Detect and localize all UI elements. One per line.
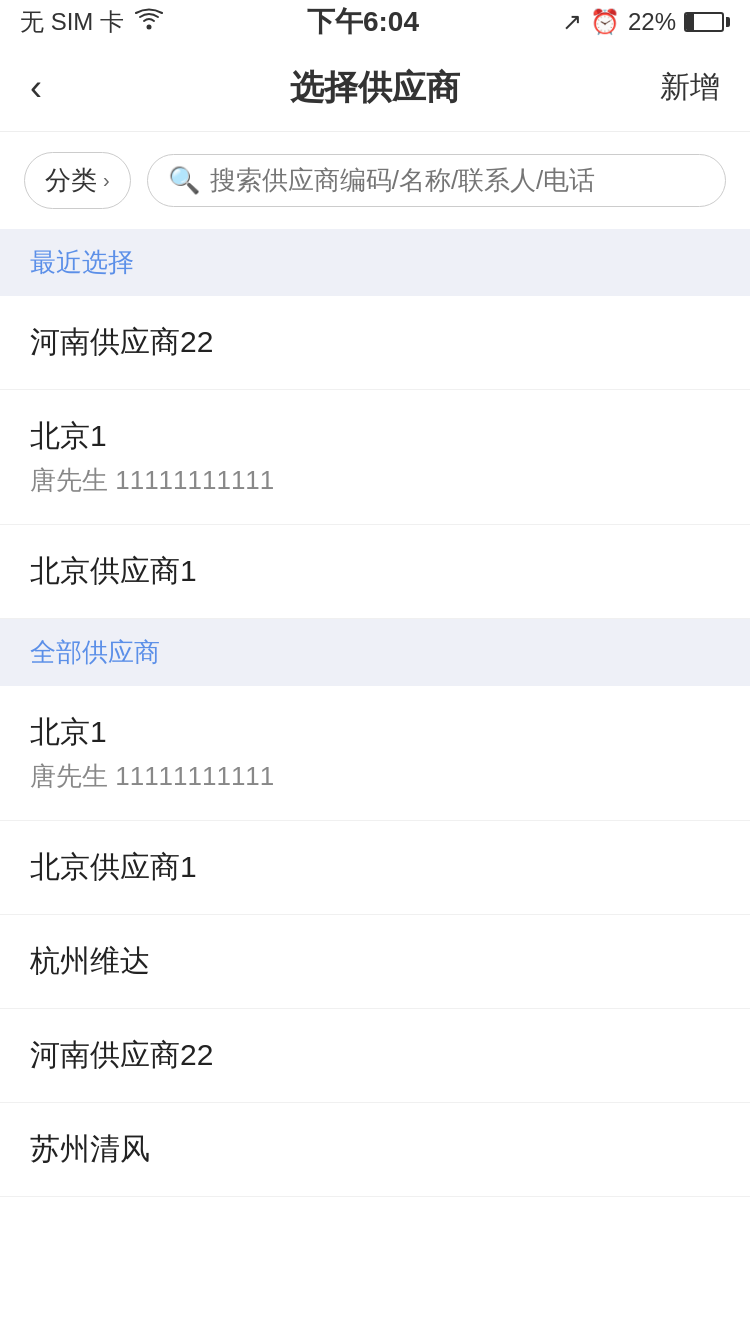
item-name: 杭州维达 bbox=[30, 941, 720, 982]
search-box[interactable]: 🔍 bbox=[147, 154, 726, 207]
filter-bar: 分类 › 🔍 bbox=[0, 132, 750, 229]
list-item[interactable]: 北京供应商1 bbox=[0, 821, 750, 915]
list-item[interactable]: 河南供应商22 bbox=[0, 1009, 750, 1103]
status-right: ↗ ⏰ 22% bbox=[562, 8, 730, 36]
alarm-icon: ⏰ bbox=[590, 8, 620, 36]
item-name: 河南供应商22 bbox=[30, 322, 720, 363]
status-time: 下午6:04 bbox=[307, 3, 419, 41]
nav-bar: ‹ 选择供应商 新增 bbox=[0, 44, 750, 132]
status-bar: 无 SIM 卡 下午6:04 ↗ ⏰ 22% bbox=[0, 0, 750, 44]
category-label: 分类 bbox=[45, 163, 97, 198]
item-name: 北京供应商1 bbox=[30, 847, 720, 888]
wifi-icon bbox=[134, 8, 164, 36]
item-name: 苏州清风 bbox=[30, 1129, 720, 1170]
location-icon: ↗ bbox=[562, 8, 582, 36]
item-sub: 唐先生 11111111111 bbox=[30, 463, 720, 498]
no-sim-label: 无 SIM 卡 bbox=[20, 6, 124, 38]
list-item[interactable]: 北京供应商1 bbox=[0, 525, 750, 619]
battery-indicator bbox=[684, 12, 730, 32]
list-item[interactable]: 北京1 唐先生 11111111111 bbox=[0, 390, 750, 525]
category-button[interactable]: 分类 › bbox=[24, 152, 131, 209]
search-input[interactable] bbox=[210, 165, 705, 196]
item-name: 北京供应商1 bbox=[30, 551, 720, 592]
all-section-header: 全部供应商 bbox=[0, 619, 750, 686]
svg-point-0 bbox=[147, 25, 152, 30]
back-button[interactable]: ‹ bbox=[30, 67, 90, 109]
all-section-label: 全部供应商 bbox=[30, 637, 160, 667]
recent-items-list: 河南供应商22 北京1 唐先生 11111111111 北京供应商1 bbox=[0, 296, 750, 619]
search-icon: 🔍 bbox=[168, 165, 200, 196]
list-item[interactable]: 北京1 唐先生 11111111111 bbox=[0, 686, 750, 821]
all-items-list: 北京1 唐先生 11111111111 北京供应商1 杭州维达河南供应商22 苏州清风 bbox=[0, 686, 750, 1197]
recent-section-header: 最近选择 bbox=[0, 229, 750, 296]
item-name: 北京1 bbox=[30, 416, 720, 457]
status-left: 无 SIM 卡 bbox=[20, 6, 164, 38]
add-button[interactable]: 新增 bbox=[660, 67, 720, 108]
battery-percent: 22% bbox=[628, 8, 676, 36]
item-name: 河南供应商22 bbox=[30, 1035, 720, 1076]
list-item[interactable]: 杭州维达 bbox=[0, 915, 750, 1009]
chevron-right-icon: › bbox=[103, 169, 110, 192]
list-item[interactable]: 河南供应商22 bbox=[0, 296, 750, 390]
page-title: 选择供应商 bbox=[290, 65, 460, 111]
item-sub: 唐先生 11111111111 bbox=[30, 759, 720, 794]
list-item[interactable]: 苏州清风 bbox=[0, 1103, 750, 1197]
recent-section-label: 最近选择 bbox=[30, 247, 134, 277]
item-name: 北京1 bbox=[30, 712, 720, 753]
